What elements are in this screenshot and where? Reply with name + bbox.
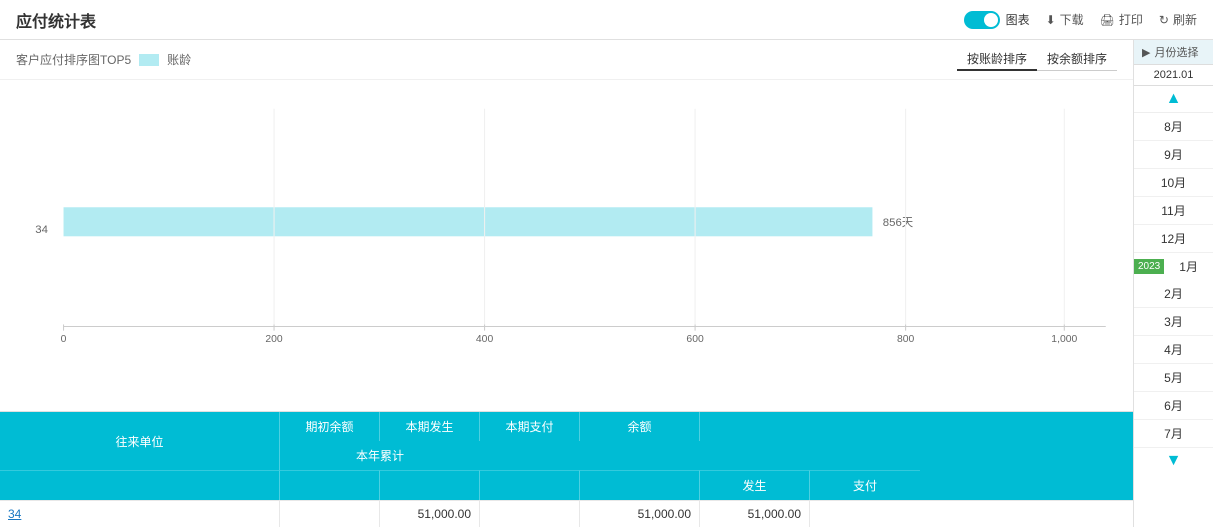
legend-box [139,54,159,66]
chart-header: 客户应付排序图TOP5 账龄 按账龄排序 按余额排序 [0,40,1133,80]
th-col2: 期初余额 [280,412,380,441]
th-col2-empty [280,470,380,500]
sidebar-header-label: 月份选择 [1154,44,1198,60]
th-col6-group: 本年累计 [280,441,480,470]
table-row: 34 51,000.00 51,000.00 51,000.00 [0,500,1133,527]
chart-sort-buttons: 按账龄排序 按余额排序 [957,48,1117,71]
legend-text: 客户应付排序图TOP5 [16,51,131,68]
refresh-button[interactable]: ↻ 刷新 [1159,11,1197,28]
th-sub1: 发生 [700,470,810,500]
chart-svg: 34 856天 0 200 400 600 [16,88,1117,368]
year-badge-2023: 2023 [1134,259,1164,274]
sidebar-month-7[interactable]: 7月 [1134,420,1213,448]
sidebar-month-2[interactable]: 2月 [1134,280,1213,308]
sidebar-nav-down-button[interactable]: ▼ [1134,448,1213,474]
td-col2 [280,501,380,527]
sidebar-month-11[interactable]: 11月 [1134,197,1213,225]
svg-text:800: 800 [897,334,915,345]
svg-text:0: 0 [61,334,67,345]
sidebar-header: ▶ 月份选择 [1134,40,1213,65]
th-col4: 本期支付 [480,412,580,441]
header: 应付统计表 图表 ⬇ 下载 🖨 打印 ↻ 刷新 [0,0,1213,40]
sidebar-arrow-icon: ▶ [1142,46,1150,59]
sidebar-date-input[interactable]: 2021.01 [1134,65,1213,86]
sort-by-amount-button[interactable]: 按余额排序 [1037,48,1117,71]
chart-toggle-group: 图表 [964,11,1030,29]
th-col4-empty [480,470,580,500]
print-button[interactable]: 🖨 打印 [1100,11,1143,28]
sort-by-balance-button[interactable]: 按账龄排序 [957,48,1037,71]
page-title: 应付统计表 [16,8,96,32]
td-col3: 51,000.00 [380,501,480,527]
refresh-label: 刷新 [1173,11,1197,28]
svg-text:600: 600 [686,334,704,345]
download-button[interactable]: ⬇ 下载 [1046,11,1084,28]
year-2023-row: 2023 1月 [1134,253,1213,280]
header-actions: 图表 ⬇ 下载 🖨 打印 ↻ 刷新 [964,11,1197,29]
td-col6-sub1: 51,000.00 [700,501,810,527]
svg-text:1,000: 1,000 [1051,334,1077,345]
refresh-icon: ↻ [1159,13,1169,27]
download-icon: ⬇ [1046,13,1056,27]
th-col3: 本期发生 [380,412,480,441]
svg-text:34: 34 [35,224,48,236]
chart-section: 客户应付排序图TOP5 账龄 按账龄排序 按余额排序 34 856天 [0,40,1133,527]
table-header-row1: 往来单位 期初余额 本期发生 本期支付 余额 本年累计 [0,412,1133,470]
sidebar-month-5[interactable]: 5月 [1134,364,1213,392]
sidebar-month-4[interactable]: 4月 [1134,336,1213,364]
legend-box-label: 账龄 [167,51,191,68]
td-col1[interactable]: 34 [0,501,280,527]
td-col6-sub2 [810,501,920,527]
td-col4 [480,501,580,527]
table-header-row2: 发生 支付 [0,470,1133,500]
th-col1: 往来单位 [0,412,280,470]
sidebar-nav: ▲ 8月 9月 10月 11月 12月 2023 1月 2月 3月 4月 5月 … [1134,86,1213,474]
th-sub2: 支付 [810,470,920,500]
sidebar-nav-up-button[interactable]: ▲ [1134,86,1213,113]
sidebar-month-10[interactable]: 10月 [1134,169,1213,197]
chart-area: 34 856天 0 200 400 600 [0,80,1133,411]
sidebar: ▶ 月份选择 2021.01 ▲ 8月 9月 10月 11月 12月 2023 … [1133,40,1213,527]
svg-text:856天: 856天 [883,217,913,229]
svg-text:400: 400 [476,334,494,345]
sidebar-month-9[interactable]: 9月 [1134,141,1213,169]
chart-toggle-label: 图表 [1006,11,1030,28]
sidebar-month-1[interactable]: 1月 [1164,253,1213,280]
sidebar-month-12[interactable]: 12月 [1134,225,1213,253]
sidebar-month-3[interactable]: 3月 [1134,308,1213,336]
sidebar-month-6[interactable]: 6月 [1134,392,1213,420]
th-col1-empty [0,470,280,500]
td-col5: 51,000.00 [580,501,700,527]
print-icon: 🖨 [1100,13,1115,27]
chart-toggle[interactable] [964,11,1000,29]
th-col5-empty [580,470,700,500]
main-content: 客户应付排序图TOP5 账龄 按账龄排序 按余额排序 34 856天 [0,40,1213,527]
sidebar-month-8[interactable]: 8月 [1134,113,1213,141]
th-col5: 余额 [580,412,700,441]
th-col3-empty [380,470,480,500]
chart-legend: 客户应付排序图TOP5 账龄 [16,51,191,68]
download-label: 下载 [1060,11,1084,28]
svg-text:200: 200 [265,334,283,345]
print-label: 打印 [1119,11,1143,28]
table-section: 往来单位 期初余额 本期发生 本期支付 余额 本年累计 发生 支付 [0,411,1133,527]
